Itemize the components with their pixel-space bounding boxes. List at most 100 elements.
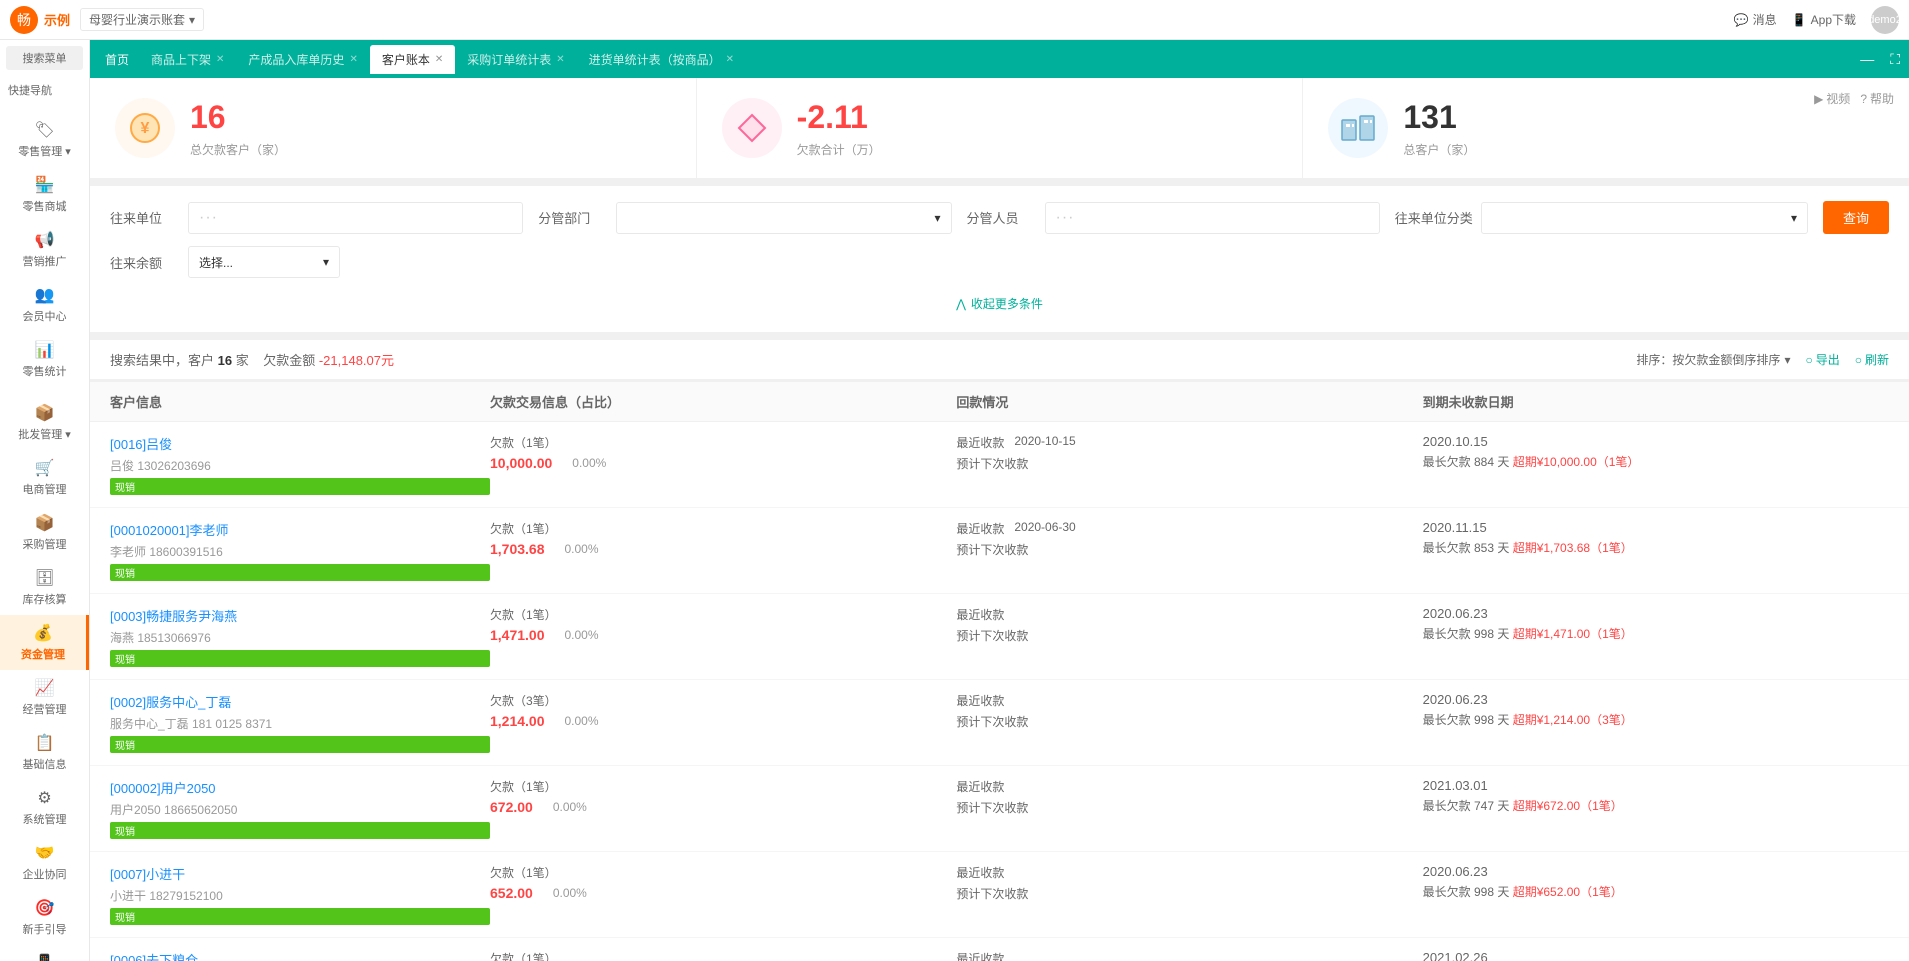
results-customer-unit: 家 [236, 353, 249, 368]
sidebar-item-members[interactable]: 👥 会员中心 [0, 277, 89, 332]
tab-close-icon[interactable]: ✕ [556, 54, 564, 65]
debt-info-6: 欠款（1笔） 455.90 0.00% [490, 950, 956, 961]
table-row: [0003]畅捷服务尹海燕 海燕 18513066976 现销 欠款（1笔） 1… [90, 594, 1909, 680]
customer-name-0[interactable]: [0016]吕俊 [110, 434, 490, 453]
results-amount-value: -21,148.07元 [319, 353, 394, 368]
person-label: 分管人员 [967, 208, 1037, 227]
tab-purchase-stats[interactable]: 采购订单统计表 ✕ [455, 45, 576, 74]
tab-inbound-stats[interactable]: 进货单统计表（按商品） ✕ [577, 45, 746, 74]
overdue-link-0[interactable]: 超期¥10,000.00（1笔） [1513, 455, 1640, 469]
customer-name-6[interactable]: [0006]去下粮仓 [110, 950, 490, 961]
tab-product-inbound[interactable]: 产成品入库单历史 ✕ [236, 45, 369, 74]
sidebar-item-retail-shop[interactable]: 🏪 零售商城 [0, 167, 89, 222]
overdue-link-3[interactable]: 超期¥1,214.00（3笔） [1513, 713, 1633, 727]
tab-product-offshelf[interactable]: 商品上下架 ✕ [139, 45, 236, 74]
filter-balance: 往来余额 选择... ▾ [110, 246, 340, 278]
source-unit-input[interactable]: ··· [188, 202, 523, 234]
store-name: 母婴行业演示账套 [89, 11, 185, 28]
overdue-link-5[interactable]: 超期¥652.00（1笔） [1513, 885, 1623, 899]
customer-contact-3: 服务中心_丁磊 181 0125 8371 [110, 715, 490, 732]
last-payment-label-5: 最近收款 [956, 864, 1004, 881]
tab-close-icon[interactable]: ✕ [349, 54, 357, 65]
table-body: [0016]吕俊 吕俊 13026203696 现销 欠款（1笔） 10,000… [90, 422, 1909, 961]
store-selector[interactable]: 母婴行业演示账套 ▾ [80, 8, 204, 31]
sort-selector[interactable]: 排序：按欠款金额倒序排序 ▾ [1636, 351, 1790, 368]
source-unit-label: 往来单位 [110, 208, 180, 227]
view-video-label: 视频 [1826, 90, 1850, 107]
sort-label: 排序：按欠款金额倒序排序 [1636, 351, 1780, 368]
stat-icon-owing-amount [722, 98, 782, 158]
overdue-link-4[interactable]: 超期¥672.00（1笔） [1513, 799, 1623, 813]
debt-amount-3: 1,214.00 [490, 713, 545, 729]
sidebar-item-system[interactable]: ⚙ 系统管理 [0, 780, 89, 835]
ecommerce-icon: 🛒 [35, 458, 55, 478]
customer-name-3[interactable]: [0002]服务中心_丁磊 [110, 692, 490, 711]
last-payment-label-6: 最近收款 [956, 950, 1004, 961]
recovery-last-6: 最近收款 [956, 950, 1422, 961]
person-input[interactable]: ··· [1045, 202, 1380, 234]
tab-close-icon[interactable]: ✕ [216, 54, 224, 65]
sidebar-item-retail-stats[interactable]: 📊 零售统计 [0, 332, 89, 387]
recovery-next-5: 预计下次收款 [956, 885, 1422, 902]
avatar[interactable]: demo2 [1871, 6, 1899, 34]
last-payment-label-1: 最近收款 [956, 520, 1004, 537]
sidebar-item-label: 会员中心 [23, 308, 67, 324]
dept-select[interactable]: ▾ [616, 202, 951, 234]
sidebar-item-marketing[interactable]: 📢 营销推广 [0, 222, 89, 277]
sidebar-item-app-center[interactable]: 📱 应用中心 [0, 945, 89, 961]
marketing-icon: 📢 [35, 230, 55, 250]
table-row: [0006]去下粮仓 陈小希 现销 欠款（1笔） 455.90 0.00% 最近… [90, 938, 1909, 961]
customer-name-4[interactable]: [000002]用户2050 [110, 778, 490, 797]
tab-expand-icon[interactable]: ⛶ [1886, 49, 1904, 70]
sidebar-item-inventory[interactable]: 🗄 库存核算 [0, 560, 89, 615]
tab-close-icon[interactable]: ✕ [435, 54, 443, 65]
export-button[interactable]: ○ 导出 [1805, 351, 1839, 368]
refresh-button[interactable]: ○ 刷新 [1855, 351, 1889, 368]
debt-amount-0: 10,000.00 [490, 455, 552, 471]
sidebar-item-finance[interactable]: 💰 资金管理 [0, 615, 89, 670]
sidebar-item-ecommerce[interactable]: 🛒 电商管理 [0, 450, 89, 505]
view-video-button[interactable]: ▶ 视频 [1814, 90, 1850, 107]
customer-tag-4: 现销 [110, 822, 490, 839]
video-icon: ▶ [1814, 92, 1823, 106]
customer-name-2[interactable]: [0003]畅捷服务尹海燕 [110, 606, 490, 625]
sidebar-item-basic-info[interactable]: 📋 基础信息 [0, 725, 89, 780]
tab-close-icon[interactable]: ✕ [726, 54, 734, 65]
sidebar-item-batch-mgmt[interactable]: 📦 批发管理 ▾ [0, 395, 89, 450]
debt-count-4: 欠款（1笔） [490, 778, 956, 795]
balance-select[interactable]: 选择... ▾ [188, 246, 340, 278]
tab-home[interactable]: 首页 [95, 45, 139, 74]
help-button[interactable]: ? 帮助 [1860, 90, 1894, 107]
next-payment-label-0: 预计下次收款 [956, 455, 1028, 472]
customer-name-1[interactable]: [0001020001]李老师 [110, 520, 490, 539]
tab-customer-account[interactable]: 客户账本 ✕ [370, 45, 455, 74]
search-menu-input[interactable]: 搜索菜单 [6, 46, 83, 70]
quick-nav-item[interactable]: 快捷导航 [0, 76, 89, 104]
sidebar-item-operations[interactable]: 📈 经营管理 [0, 670, 89, 725]
search-button[interactable]: 查询 [1823, 201, 1889, 234]
overdue-days-1: 最长欠款 853 天 超期¥1,703.68（1笔） [1423, 539, 1889, 556]
customer-name-5[interactable]: [0007]小进干 [110, 864, 490, 883]
chevron-down-icon: ▾ [1784, 353, 1790, 367]
overdue-link-2[interactable]: 超期¥1,471.00（1笔） [1513, 627, 1633, 641]
overdue-info-1: 2020.11.15 最长欠款 853 天 超期¥1,703.68（1笔） [1423, 520, 1889, 556]
sidebar-item-enterprise[interactable]: 🤝 企业协同 [0, 835, 89, 890]
customer-contact-5: 小进干 18279152100 [110, 887, 490, 904]
table-row: [0001020001]李老师 李老师 18600391516 现销 欠款（1笔… [90, 508, 1909, 594]
category-select[interactable]: ▾ [1481, 202, 1808, 234]
debt-amount-5: 652.00 [490, 885, 533, 901]
debt-row-4: 672.00 0.00% [490, 799, 956, 815]
app-download-button[interactable]: 📱 App下载 [1792, 11, 1856, 28]
debt-amount-2: 1,471.00 [490, 627, 545, 643]
debt-count-3: 欠款（3笔） [490, 692, 956, 709]
message-button[interactable]: 💬 消息 [1734, 11, 1777, 28]
sidebar-item-purchase[interactable]: 📦 采购管理 [0, 505, 89, 560]
sidebar-item-retail-mgmt[interactable]: 🏷 零售管理 ▾ [0, 112, 89, 167]
recovery-last-2: 最近收款 [956, 606, 1422, 623]
top-bar: 畅 示例 母婴行业演示账套 ▾ 💬 消息 📱 App下载 demo2 [0, 0, 1909, 40]
overdue-link-1[interactable]: 超期¥1,703.68（1笔） [1513, 541, 1633, 555]
collapse-button[interactable]: ⋀ 收起更多条件 [110, 290, 1889, 317]
tab-collapse-icon[interactable]: — [1856, 49, 1878, 69]
app-container: 畅 示例 母婴行业演示账套 ▾ 💬 消息 📱 App下载 demo2 [0, 0, 1909, 961]
sidebar-item-newbie[interactable]: 🎯 新手引导 [0, 890, 89, 945]
